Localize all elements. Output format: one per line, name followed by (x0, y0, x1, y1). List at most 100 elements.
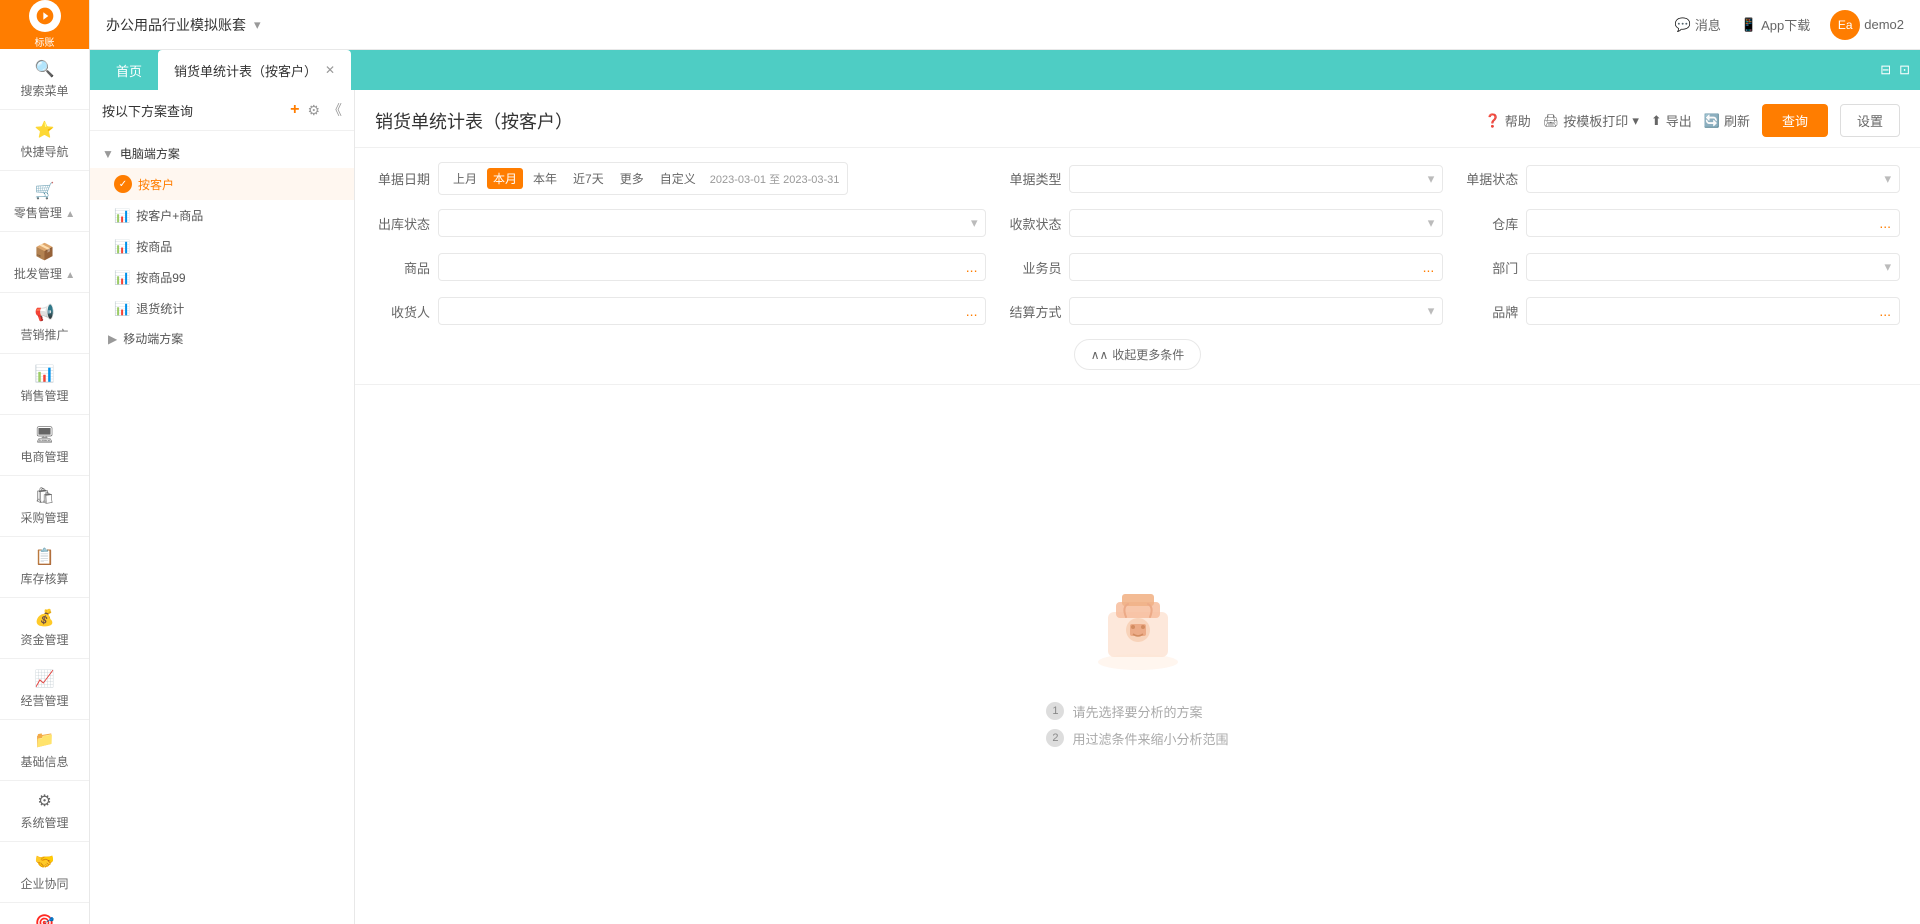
scheme-group-mobile: ▶ 移动端方案 (90, 324, 354, 353)
staff-dots-icon[interactable]: ... (1423, 259, 1435, 275)
goods-input[interactable]: ... (438, 253, 986, 281)
type-dropdown-icon: ▾ (1428, 171, 1435, 187)
goods-dots-icon[interactable]: ... (966, 259, 978, 275)
search-icon: 🔍 (5, 59, 85, 79)
purchase-icon: 🛍 (5, 486, 85, 506)
print-dropdown-icon: ▾ (1632, 113, 1639, 129)
date-selector[interactable]: 上月 本月 本年 近7天 更多 自定义 2023-03-01 至 2023-03… (438, 162, 848, 195)
filter-goods: 商品 ... (375, 251, 986, 283)
tab-home[interactable]: 首页 (100, 50, 158, 90)
date-label: 单据日期 (375, 169, 430, 188)
scheme-item-return-stat[interactable]: 📊 退货统计 (90, 293, 354, 324)
sidebar-item-sales-mgmt[interactable]: 📊 销售管理 (0, 354, 90, 415)
tab-bar: 首页 销货单统计表（按客户） ✕ ⊟ ⊡ (90, 50, 1920, 90)
filter-warehouse: 仓库 ... (1463, 207, 1900, 239)
more-btn[interactable]: 更多 (614, 168, 650, 189)
tip-num-2: 2 (1046, 729, 1064, 747)
this-year-btn[interactable]: 本年 (527, 168, 563, 189)
receipt-dropdown-icon: ▾ (1428, 215, 1435, 231)
export-btn[interactable]: ⬆ 导出 (1651, 111, 1692, 130)
scheme-item-by-goods[interactable]: 📊 按商品 (90, 231, 354, 262)
user-profile[interactable]: Ea demo2 (1830, 10, 1904, 40)
sidebar-item-operations[interactable]: 📈 经营管理 (0, 659, 90, 720)
sidebar-item-enterprise-collab[interactable]: 🤝 企业协同 (0, 842, 90, 903)
collapse-up-icon: ∧∧ (1091, 348, 1109, 362)
brand-label: 品牌 (1463, 302, 1518, 321)
app-download-btn[interactable]: 📱 App下载 (1741, 15, 1810, 34)
sidebar-item-finance[interactable]: 💰 资金管理 (0, 598, 90, 659)
help-btn[interactable]: ❓ 帮助 (1485, 111, 1531, 130)
sidebar-item-inventory[interactable]: 📋 库存核算 (0, 537, 90, 598)
avatar: Ea (1830, 10, 1860, 40)
right-content: 销货单统计表（按客户） ❓ 帮助 🖨 按模板打印 ▾ ⬆ (355, 90, 1920, 924)
staff-input[interactable]: ... (1069, 253, 1443, 281)
sidebar-item-purchase-mgmt[interactable]: 🛍 采购管理 (0, 476, 90, 537)
main-area: 办公用品行业模拟账套 ▾ 💬 消息 📱 App下载 Ea demo2 首页 销货… (90, 0, 1920, 924)
sidebar-item-marketing[interactable]: 📢 营销推广 (0, 293, 90, 354)
brand-dots-icon[interactable]: ... (1879, 303, 1891, 319)
filter-receiver: 收货人 ... (375, 295, 986, 327)
refresh-btn[interactable]: 🔄 刷新 (1704, 111, 1750, 130)
scheme-settings-icon[interactable]: ⚙ (307, 102, 320, 119)
scheme-item-by-customer-goods[interactable]: 📊 按客户+商品 (90, 200, 354, 231)
sidebar-item-retail-mgmt[interactable]: 🛒 零售管理 ▲ (0, 171, 90, 232)
scheme-item-by-customer[interactable]: ✓ 按客户 (90, 168, 354, 200)
empty-tips: 1 请先选择要分析的方案 2 用过滤条件来缩小分析范围 (1046, 702, 1228, 748)
settings-button[interactable]: 设置 (1840, 104, 1900, 137)
scheme-collapse-icon[interactable]: 《 (328, 100, 342, 120)
scheme-add-btn[interactable]: + (290, 101, 299, 119)
scheme-group-mobile-title[interactable]: ▶ 移动端方案 (90, 324, 354, 353)
sidebar-item-search-menu[interactable]: 🔍 搜索菜单 (0, 49, 90, 110)
dept-select[interactable]: ▾ (1526, 253, 1900, 281)
sidebar-item-ecommerce[interactable]: 🖥 电商管理 (0, 415, 90, 476)
type-label: 单据类型 (1006, 169, 1061, 188)
receiver-dots-icon[interactable]: ... (966, 303, 978, 319)
scheme-item-by-goods-99[interactable]: 📊 按商品99 (90, 262, 354, 293)
warehouse-input[interactable]: ... (1526, 209, 1900, 237)
warehouse-label: 仓库 (1463, 214, 1518, 233)
chart-small-icon2: 📊 (114, 239, 130, 255)
sidebar-item-basic-info[interactable]: 📁 基础信息 (0, 720, 90, 781)
template-print-btn[interactable]: 🖨 按模板打印 ▾ (1543, 111, 1639, 130)
box-icon: 📦 (5, 242, 85, 262)
this-month-btn[interactable]: 本月 (487, 168, 523, 189)
last-month-btn[interactable]: 上月 (447, 168, 483, 189)
query-button[interactable]: 查询 (1762, 104, 1828, 137)
collapse-btn[interactable]: ∧∧ 收起更多条件 (1074, 339, 1202, 370)
receiver-input[interactable]: ... (438, 297, 986, 325)
print-icon: 🖨 (1543, 113, 1560, 129)
page-header: 销货单统计表（按客户） ❓ 帮助 🖨 按模板打印 ▾ ⬆ (355, 90, 1920, 148)
active-dot: ✓ (114, 175, 132, 193)
receipt-select[interactable]: ▾ (1069, 209, 1443, 237)
dropdown-icon[interactable]: ▾ (254, 17, 261, 33)
scheme-group-desktop-title[interactable]: ▼ 电脑端方案 (90, 139, 354, 168)
group-arrow-icon: ▼ (102, 147, 114, 161)
logo-area: 标账 (0, 0, 90, 49)
warehouse-dots-icon[interactable]: ... (1879, 215, 1891, 231)
filter-staff: 业务员 ... (1006, 251, 1443, 283)
maximize-icon[interactable]: ⊡ (1899, 62, 1910, 78)
status-select[interactable]: ▾ (1526, 165, 1900, 193)
custom-btn[interactable]: 自定义 (654, 168, 702, 189)
sidebar-item-wholesale-mgmt[interactable]: 📦 批发管理 ▲ (0, 232, 90, 293)
minimize-icon[interactable]: ⊟ (1880, 62, 1891, 78)
shipment-select[interactable]: ▾ (438, 209, 986, 237)
last-7days-btn[interactable]: 近7天 (567, 168, 610, 189)
filter-type: 单据类型 ▾ (1006, 163, 1443, 195)
ops-icon: 📈 (5, 669, 85, 689)
empty-tip-2: 2 用过滤条件来缩小分析范围 (1046, 729, 1228, 748)
sidebar-item-quick-nav[interactable]: ⭐ 快捷导航 (0, 110, 90, 171)
settlement-select[interactable]: ▾ (1069, 297, 1443, 325)
guide-icon: 🎯 (5, 913, 85, 924)
close-tab-icon[interactable]: ✕ (325, 63, 335, 77)
brand-input[interactable]: ... (1526, 297, 1900, 325)
tab-sales-stat[interactable]: 销货单统计表（按客户） ✕ (158, 50, 351, 90)
sidebar-item-system-mgmt[interactable]: ⚙ 系统管理 (0, 781, 90, 842)
settlement-control: ▾ (1069, 297, 1443, 325)
message-icon: 💬 (1675, 17, 1691, 33)
type-select[interactable]: ▾ (1069, 165, 1443, 193)
page-action-buttons: ❓ 帮助 🖨 按模板打印 ▾ ⬆ 导出 🔄 (1485, 104, 1900, 137)
message-btn[interactable]: 💬 消息 (1675, 15, 1721, 34)
filter-row-4: 收货人 ... 结算方式 (375, 295, 1900, 327)
sidebar-item-new-guide[interactable]: 🎯 新手引导 (0, 903, 90, 924)
